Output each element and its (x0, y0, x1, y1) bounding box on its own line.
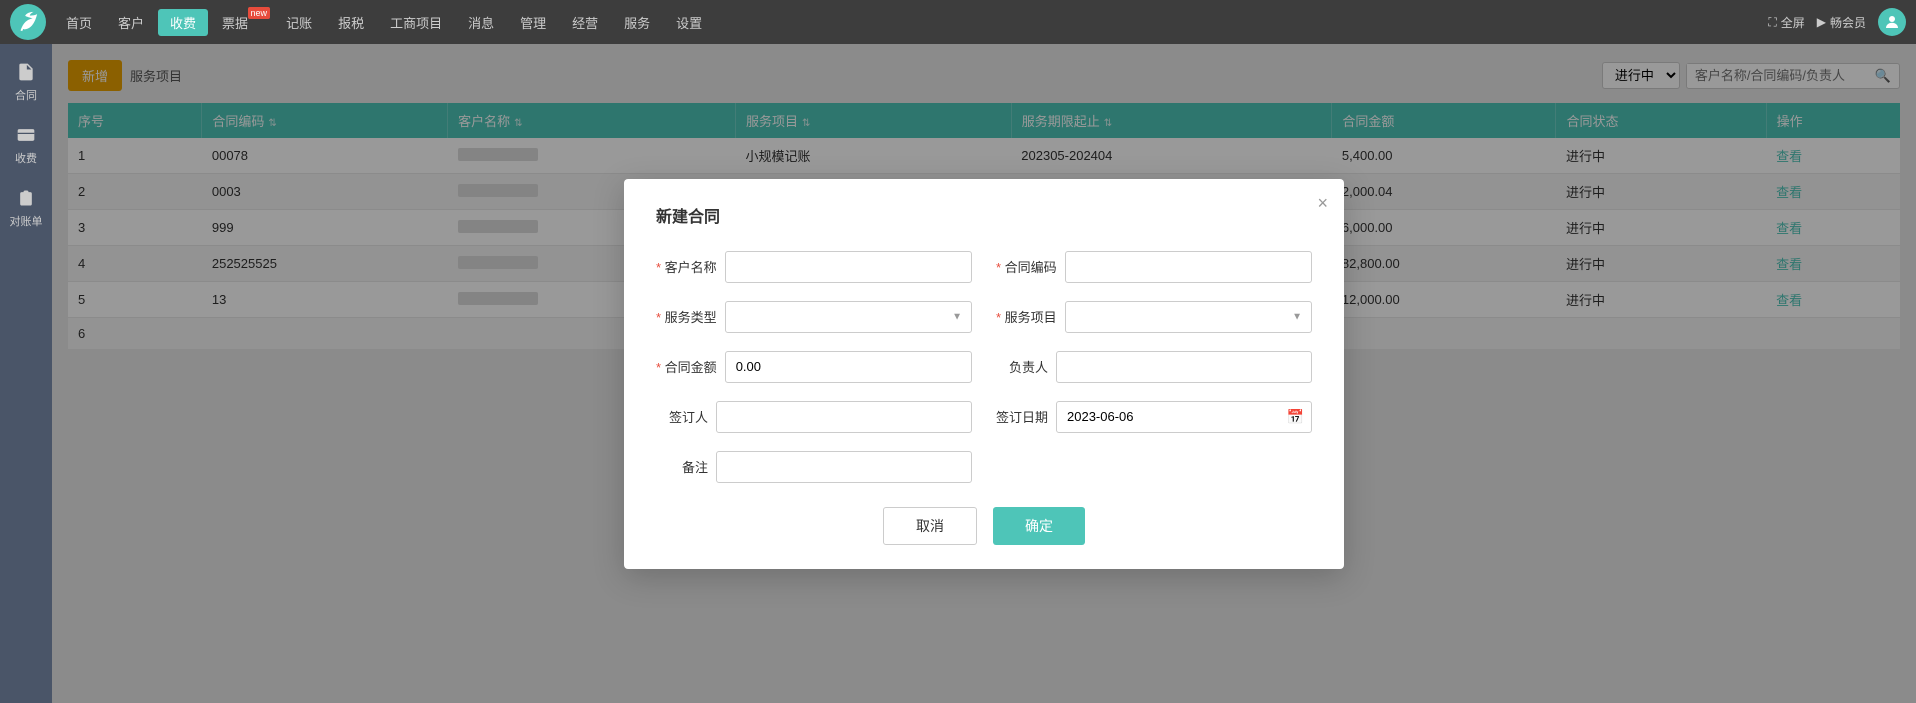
signer-input[interactable] (716, 401, 972, 433)
field-remark: 备注 (656, 451, 972, 483)
sidebar-item-payment[interactable]: 收费 (2, 115, 50, 174)
member-button[interactable]: ▶ 畅会员 (1817, 14, 1866, 31)
responsible-person-input[interactable] (1056, 351, 1312, 383)
contract-no-label: 合同编码 (996, 257, 1057, 276)
form-row-4: 签订人 签订日期 📅 (656, 401, 1312, 433)
contract-icon (14, 60, 38, 84)
sign-date-input[interactable] (1056, 401, 1312, 433)
customer-name-input[interactable] (725, 251, 972, 283)
nav-items: 首页 客户 收费 票据new 记账 报税 工商项目 消息 管理 经营 服务 设置 (54, 9, 1768, 36)
new-contract-modal: 新建合同 × 客户名称 合同编码 服务类型 (624, 179, 1344, 569)
form-row-2: 服务类型 服务项目 (656, 301, 1312, 333)
member-icon: ▶ (1817, 15, 1826, 29)
main-layout: 合同 收费 对账单 新增 服务项目 进行中 已完成 已终止 (0, 44, 1916, 703)
contract-amount-label: 合同金额 (656, 357, 717, 376)
contract-no-input[interactable] (1065, 251, 1312, 283)
sidebar-label-payment: 收费 (15, 150, 37, 166)
sidebar-item-statement[interactable]: 对账单 (2, 178, 50, 237)
customer-name-label: 客户名称 (656, 257, 717, 276)
form-row-3: 合同金额 负责人 (656, 351, 1312, 383)
remark-label: 备注 (656, 457, 708, 476)
field-signer: 签订人 (656, 401, 972, 433)
calendar-icon[interactable]: 📅 (1287, 408, 1304, 425)
sidebar-label-contract: 合同 (15, 87, 37, 103)
modal-footer: 取消 确定 (656, 507, 1312, 545)
nav-management[interactable]: 管理 (508, 9, 558, 36)
fullscreen-label: 全屏 (1781, 14, 1805, 31)
nav-home[interactable]: 首页 (54, 9, 104, 36)
signer-label: 签订人 (656, 407, 708, 426)
responsible-person-label: 负责人 (996, 357, 1048, 376)
nav-service[interactable]: 服务 (612, 9, 662, 36)
field-contract-no: 合同编码 (996, 251, 1312, 283)
modal-title: 新建合同 (656, 203, 1312, 227)
field-responsible-person: 负责人 (996, 351, 1312, 383)
sign-date-label: 签订日期 (996, 407, 1048, 426)
nav-operations[interactable]: 经营 (560, 9, 610, 36)
nav-client[interactable]: 客户 (106, 9, 156, 36)
statement-icon (14, 186, 38, 210)
member-label: 畅会员 (1830, 14, 1866, 31)
contract-amount-input[interactable] (725, 351, 972, 383)
nav-settings[interactable]: 设置 (664, 9, 714, 36)
nav-invoice[interactable]: 票据new (210, 9, 272, 36)
sidebar-label-statement: 对账单 (10, 213, 43, 229)
service-item-select[interactable] (1065, 301, 1312, 333)
remark-input[interactable] (716, 451, 972, 483)
service-type-select[interactable] (725, 301, 972, 333)
field-customer-name: 客户名称 (656, 251, 972, 283)
topnav: 首页 客户 收费 票据new 记账 报税 工商项目 消息 管理 经营 服务 设置… (0, 0, 1916, 44)
nav-bookkeeping[interactable]: 记账 (274, 9, 324, 36)
new-badge: new (248, 7, 271, 19)
form-row-1: 客户名称 合同编码 (656, 251, 1312, 283)
nav-messages[interactable]: 消息 (456, 9, 506, 36)
fullscreen-icon: ⛶ (1768, 15, 1776, 30)
nav-tax[interactable]: 报税 (326, 9, 376, 36)
form-row-5: 备注 (656, 451, 1312, 483)
nav-billing[interactable]: 收费 (158, 9, 208, 36)
service-type-select-wrap (725, 301, 972, 333)
field-contract-amount: 合同金额 (656, 351, 972, 383)
service-item-label: 服务项目 (996, 307, 1057, 326)
nav-commerce[interactable]: 工商项目 (378, 9, 454, 36)
content-area: 新增 服务项目 进行中 已完成 已终止 🔍 序号 合同编码⇅ (52, 44, 1916, 703)
confirm-button[interactable]: 确定 (993, 507, 1085, 545)
field-sign-date: 签订日期 📅 (996, 401, 1312, 433)
field-service-type: 服务类型 (656, 301, 972, 333)
service-type-label: 服务类型 (656, 307, 717, 326)
field-service-item: 服务项目 (996, 301, 1312, 333)
topnav-right: ⛶ 全屏 ▶ 畅会员 (1768, 8, 1906, 36)
sidebar-item-contract[interactable]: 合同 (2, 52, 50, 111)
logo[interactable] (10, 4, 46, 40)
payment-icon (14, 123, 38, 147)
service-item-select-wrap (1065, 301, 1312, 333)
avatar[interactable] (1878, 8, 1906, 36)
modal-close-button[interactable]: × (1317, 193, 1328, 214)
sidebar: 合同 收费 对账单 (0, 44, 52, 703)
fullscreen-button[interactable]: ⛶ 全屏 (1768, 14, 1804, 31)
modal-overlay: 新建合同 × 客户名称 合同编码 服务类型 (52, 44, 1916, 703)
cancel-button[interactable]: 取消 (883, 507, 977, 545)
sign-date-wrap: 📅 (1056, 401, 1312, 433)
